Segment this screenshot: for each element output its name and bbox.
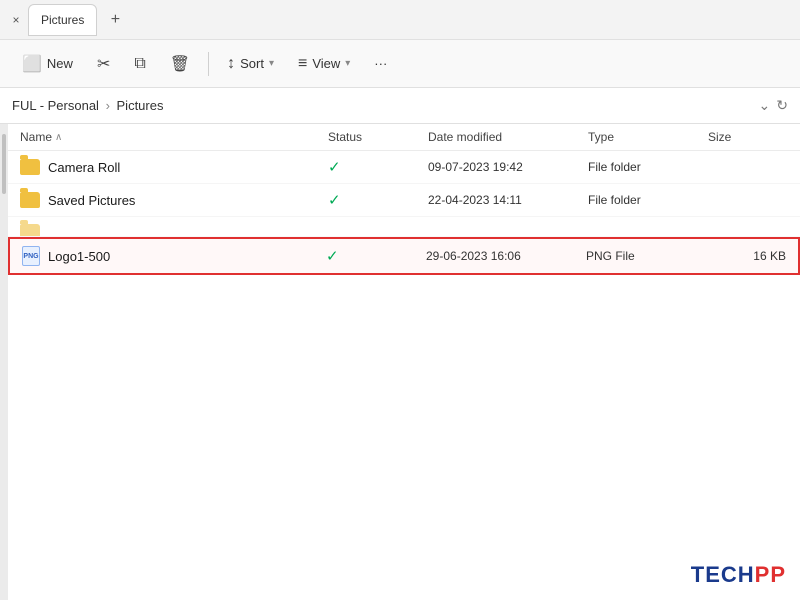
copy-button[interactable]: ⧉ xyxy=(124,49,155,79)
file-name-text: Saved Pictures xyxy=(48,193,135,208)
col-size-header[interactable]: Size xyxy=(708,130,788,144)
status-check-icon: ✓ xyxy=(326,248,339,265)
delete-button[interactable]: 🗑 xyxy=(160,48,200,80)
active-tab[interactable]: Pictures xyxy=(28,4,97,36)
scroll-bar[interactable] xyxy=(0,124,8,600)
sort-chevron-icon: ▾ xyxy=(269,58,274,69)
col-date-label: Date modified xyxy=(428,130,502,144)
file-size-cell: 16 KB xyxy=(706,249,786,263)
new-button[interactable]: ⬜ New xyxy=(12,48,83,80)
path-separator: › xyxy=(106,98,114,113)
list-item[interactable]: Camera Roll ✓ 09-07-2023 19:42File folder xyxy=(8,151,800,184)
tab-close-button[interactable]: × xyxy=(8,12,24,28)
view-chevron-icon: ▾ xyxy=(345,58,350,69)
new-tab-button[interactable]: + xyxy=(101,6,129,34)
copy-icon: ⧉ xyxy=(134,55,145,73)
col-date-header[interactable]: Date modified xyxy=(428,130,588,144)
file-date-cell: 22-04-2023 14:11 xyxy=(428,193,588,207)
file-name-cell: Saved Pictures xyxy=(20,192,328,208)
col-type-header[interactable]: Type xyxy=(588,130,708,144)
png-file-icon: PNG xyxy=(22,246,40,266)
col-sort-arrow-icon: ∧ xyxy=(55,132,62,143)
folder-icon xyxy=(20,192,40,208)
file-name-cell: PNG Logo1-500 xyxy=(22,246,326,266)
tab-label: Pictures xyxy=(41,13,84,27)
watermark-pp: PP xyxy=(755,562,786,587)
list-item[interactable] xyxy=(8,217,800,237)
column-headers: Name ∧ Status Date modified Type Size xyxy=(8,124,800,151)
file-name-text: Camera Roll xyxy=(48,160,120,175)
sort-button[interactable]: ↕ Sort ▾ xyxy=(217,49,284,79)
folder-icon xyxy=(20,224,40,237)
file-name-text: Logo1-500 xyxy=(48,249,110,264)
file-type-cell: File folder xyxy=(588,160,708,174)
more-button[interactable]: ··· xyxy=(364,50,397,77)
list-item[interactable]: Saved Pictures ✓ 22-04-2023 14:11File fold… xyxy=(8,184,800,217)
address-path[interactable]: FUL - Personal › Pictures xyxy=(12,98,753,113)
more-icon: ··· xyxy=(374,56,387,71)
scroll-thumb[interactable] xyxy=(2,134,6,194)
file-rows-container: Camera Roll✓09-07-2023 19:42File folderS… xyxy=(8,151,800,275)
toolbar: ⬜ New ✂ ⧉ 🗑 ↕ Sort ▾ ≡ View ▾ ··· xyxy=(0,40,800,88)
path-prefix: FUL - Personal xyxy=(12,98,99,113)
status-check-icon: ✓ xyxy=(328,159,341,176)
col-name-header[interactable]: Name ∧ xyxy=(20,130,328,144)
col-status-label: Status xyxy=(328,130,362,144)
sort-icon: ↕ xyxy=(227,55,235,73)
title-bar: × Pictures + xyxy=(0,0,800,40)
watermark: TECHPP xyxy=(691,562,786,588)
file-name-cell: Camera Roll xyxy=(20,159,328,175)
cut-button[interactable]: ✂ xyxy=(87,48,120,80)
col-name-label: Name xyxy=(20,130,52,144)
file-status-cell: ✓ xyxy=(328,191,428,209)
file-date-cell: 29-06-2023 16:06 xyxy=(426,249,586,263)
status-check-icon: ✓ xyxy=(328,192,341,209)
list-item[interactable]: PNG Logo1-500 ✓ 29-06-2023 16:06PNG File16 … xyxy=(8,237,800,275)
file-type-cell: File folder xyxy=(588,193,708,207)
file-date-cell: 09-07-2023 19:42 xyxy=(428,160,588,174)
file-type-cell: PNG File xyxy=(586,249,706,263)
file-status-cell: ✓ xyxy=(326,247,426,265)
address-chevron-icon[interactable]: ⌄ xyxy=(759,97,771,114)
new-icon: ⬜ xyxy=(22,54,42,74)
file-status-cell: ✓ xyxy=(328,158,428,176)
main-area: Name ∧ Status Date modified Type Size Ca… xyxy=(0,124,800,600)
address-bar: FUL - Personal › Pictures ⌄ ↻ xyxy=(0,88,800,124)
sort-label: Sort xyxy=(240,56,264,71)
cut-icon: ✂ xyxy=(97,54,110,74)
file-list: Name ∧ Status Date modified Type Size Ca… xyxy=(8,124,800,600)
col-size-label: Size xyxy=(708,130,731,144)
path-folder: Pictures xyxy=(117,98,164,113)
delete-icon: 🗑 xyxy=(170,54,190,74)
col-status-header[interactable]: Status xyxy=(328,130,428,144)
view-button[interactable]: ≡ View ▾ xyxy=(288,49,360,79)
folder-icon xyxy=(20,159,40,175)
view-icon: ≡ xyxy=(298,55,307,73)
refresh-icon[interactable]: ↻ xyxy=(776,97,788,114)
col-type-label: Type xyxy=(588,130,614,144)
watermark-tech: TECH xyxy=(691,562,755,587)
new-label: New xyxy=(47,56,73,71)
view-label: View xyxy=(312,56,340,71)
toolbar-separator xyxy=(208,52,209,76)
